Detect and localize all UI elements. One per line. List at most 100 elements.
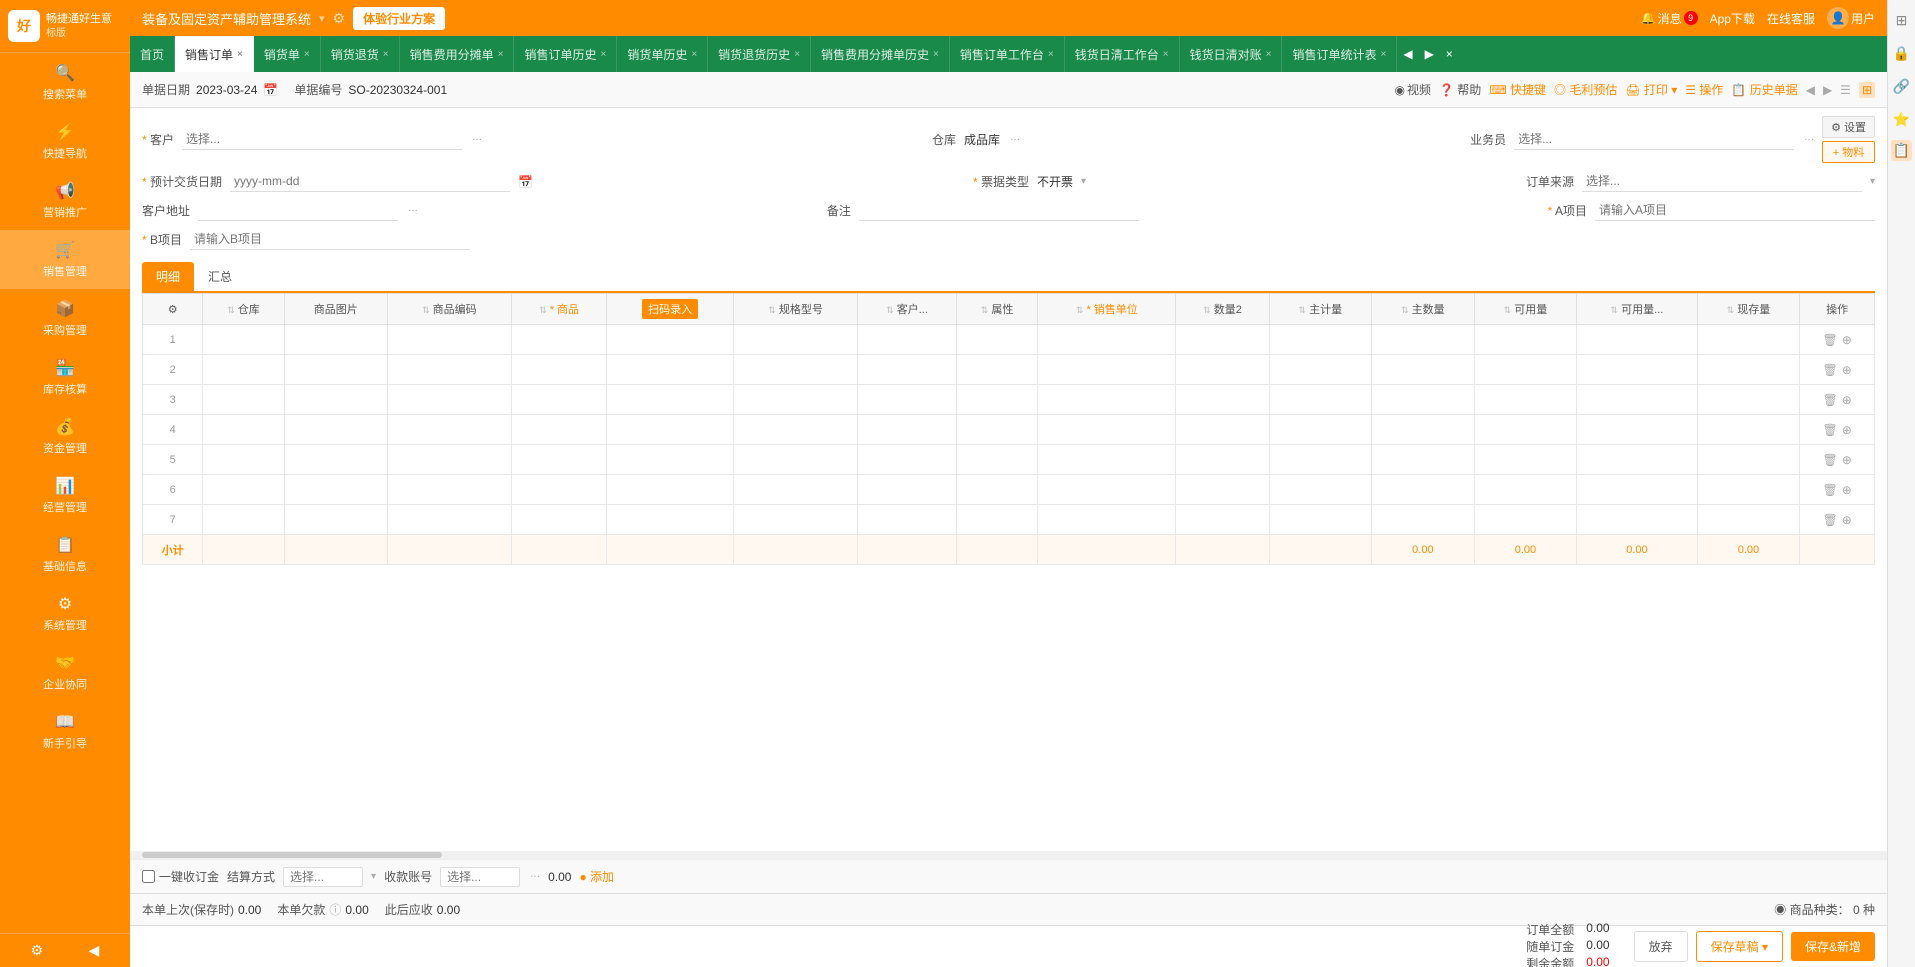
customer-dots[interactable]: ··· — [472, 134, 482, 145]
order-source-input[interactable] — [1582, 171, 1862, 192]
col-avail_qty[interactable]: ⇅ 可用量 — [1474, 294, 1577, 325]
delete-icon[interactable]: 🗑 — [1822, 423, 1837, 437]
add-btn[interactable]: ● 添加 — [579, 868, 614, 885]
profit-btn[interactable]: ◎ 毛利预估 — [1554, 81, 1617, 98]
save-new-btn[interactable]: 保存&新增 — [1791, 932, 1875, 961]
sort-icon[interactable]: ⇅ — [1076, 305, 1084, 315]
tab-销货退货[interactable]: 销货退货 × — [321, 36, 400, 72]
tab-销售费用分摊单历史[interactable]: 销售费用分摊单历史 × — [811, 36, 950, 72]
payment-dropdown[interactable]: ▾ — [371, 871, 376, 882]
tab-销售订单[interactable]: 销售订单 × — [175, 36, 254, 72]
tab-close[interactable]: × — [383, 49, 389, 60]
tab-close[interactable]: × — [794, 49, 800, 60]
tab-prev[interactable]: ◀ — [1397, 36, 1418, 72]
sidebar-item-企业协同[interactable]: 🤝企业协同 — [0, 643, 130, 702]
copy-icon[interactable]: ⊕ — [1842, 363, 1852, 377]
tab-销售订单历史[interactable]: 销售订单历史 × — [514, 36, 617, 72]
collapse-icon[interactable]: ◀ — [89, 942, 100, 959]
sidebar-item-搜索菜单[interactable]: 🔍搜索菜单 — [0, 53, 130, 112]
a-project-input[interactable] — [1595, 200, 1875, 221]
user-area[interactable]: 👤 用户 — [1827, 7, 1875, 29]
print-btn[interactable]: 🖨 打印 ▾ — [1625, 81, 1677, 98]
sidebar-item-基础信息[interactable]: 📋基础信息 — [0, 525, 130, 584]
one-click-checkbox[interactable] — [142, 870, 155, 883]
right-icon-4[interactable]: ⭐ — [1889, 107, 1914, 132]
col-qty2[interactable]: ⇅ 数量2 — [1176, 294, 1269, 325]
tab-销货退货历史[interactable]: 销货退货历史 × — [708, 36, 811, 72]
tab-首页[interactable]: 首页 — [130, 36, 175, 72]
tab-close[interactable]: × — [498, 49, 504, 60]
history-btn[interactable]: 📋 历史单据 — [1731, 81, 1797, 98]
sort-icon[interactable]: ⇅ — [539, 305, 547, 315]
help-icon[interactable]: ⓘ — [329, 901, 341, 918]
scroll-track[interactable] — [130, 851, 1887, 859]
tab-销货单[interactable]: 销货单 × — [254, 36, 321, 72]
sort-icon[interactable]: ⇅ — [1299, 305, 1307, 315]
salesperson-input[interactable] — [1514, 129, 1794, 150]
settings-icon[interactable]: ⚙ — [168, 304, 178, 316]
sort-icon[interactable]: ⇅ — [1727, 305, 1735, 315]
copy-icon[interactable]: ⊕ — [1842, 333, 1852, 347]
delete-icon[interactable]: 🗑 — [1822, 483, 1837, 497]
list-view-icon[interactable]: ☰ — [1840, 83, 1851, 97]
sort-icon[interactable]: ⇅ — [1203, 305, 1211, 315]
tab-close[interactable]: × — [600, 49, 606, 60]
right-icon-1[interactable]: ⊞ — [1892, 8, 1912, 33]
col-avail_qty2[interactable]: ⇅ 可用量... — [1577, 294, 1697, 325]
settings-icon[interactable]: ⚙ — [333, 10, 346, 27]
industry-btn[interactable]: 体验行业方案 — [353, 7, 445, 30]
customer-input[interactable] — [182, 129, 462, 150]
sidebar-item-库存核算[interactable]: 🏪库存核算 — [0, 348, 130, 407]
app-download[interactable]: App下载 — [1710, 10, 1755, 27]
msg-area[interactable]: 🔔 消息 9 — [1641, 10, 1698, 27]
settings-btn[interactable]: ⚙ 设置 — [1822, 116, 1875, 138]
sort-icon[interactable]: ⇅ — [422, 305, 430, 315]
delivery-calendar-icon[interactable]: 📅 — [518, 175, 533, 189]
sidebar-item-营销推广[interactable]: 📢营销推广 — [0, 171, 130, 230]
sidebar-item-采购管理[interactable]: 📦采购管理 — [0, 289, 130, 348]
col-main_unit[interactable]: ⇅ 主计量 — [1269, 294, 1372, 325]
delete-icon[interactable]: 🗑 — [1822, 513, 1837, 527]
right-icon-2[interactable]: 🔒 — [1889, 41, 1914, 66]
sidebar-item-经营管理[interactable]: 📊经营管理 — [0, 466, 130, 525]
copy-icon[interactable]: ⊕ — [1842, 483, 1852, 497]
nav-next[interactable]: ▶ — [1823, 83, 1832, 97]
sidebar-item-系统管理[interactable]: ⚙系统管理 — [0, 584, 130, 643]
sort-icon[interactable]: ⇅ — [886, 305, 894, 315]
col-customer_code[interactable]: ⇅ 客户... — [858, 294, 957, 325]
scan-btn[interactable]: 扫码录入 — [642, 299, 698, 319]
tab-close[interactable]: × — [237, 49, 243, 60]
addr-dots[interactable]: ··· — [408, 205, 418, 216]
copy-icon[interactable]: ⊕ — [1842, 393, 1852, 407]
online-service[interactable]: 在线客服 — [1767, 10, 1815, 27]
sort-icon[interactable]: ⇅ — [1611, 305, 1619, 315]
addr-input[interactable] — [198, 200, 398, 221]
tab-close[interactable]: × — [1380, 49, 1386, 60]
account-input[interactable] — [440, 867, 520, 887]
tab-钱货日清工作台[interactable]: 钱货日清工作台 × — [1065, 36, 1180, 72]
sub-tab-明细[interactable]: 明细 — [142, 262, 194, 291]
delete-icon[interactable]: 🗑 — [1822, 453, 1837, 467]
calendar-icon[interactable]: 📅 — [263, 83, 278, 97]
dropdown-arrow[interactable]: ▾ — [319, 12, 325, 25]
col-action[interactable]: 操作 — [1800, 294, 1875, 325]
shortcut-btn[interactable]: ⌨ 快捷键 — [1489, 81, 1546, 98]
tab-销售订单工作台[interactable]: 销售订单工作台 × — [950, 36, 1065, 72]
delete-icon[interactable]: 🗑 — [1822, 363, 1837, 377]
delivery-date-input[interactable] — [230, 171, 510, 192]
tab-close[interactable]: × — [1048, 49, 1054, 60]
right-icon-5[interactable]: 📋 — [1891, 140, 1912, 161]
col-product[interactable]: ⇅ * 商品 — [511, 294, 606, 325]
col-spec[interactable]: ⇅ 规格型号 — [734, 294, 858, 325]
b-project-input[interactable] — [190, 229, 470, 250]
sort-icon[interactable]: ⇅ — [981, 305, 989, 315]
save-draft-btn[interactable]: 保存草稿 ▾ — [1696, 931, 1783, 962]
sub-tab-汇总[interactable]: 汇总 — [194, 262, 246, 291]
col-image[interactable]: 商品图片 — [284, 294, 387, 325]
col-attr[interactable]: ⇅ 属性 — [957, 294, 1038, 325]
tab-close-all[interactable]: × — [1440, 36, 1459, 72]
sort-icon[interactable]: ⇅ — [768, 305, 776, 315]
tab-销售费用分摊单[interactable]: 销售费用分摊单 × — [400, 36, 515, 72]
remark-input[interactable] — [859, 200, 1139, 221]
tab-销售订单统计表[interactable]: 销售订单统计表 × — [1282, 36, 1397, 72]
